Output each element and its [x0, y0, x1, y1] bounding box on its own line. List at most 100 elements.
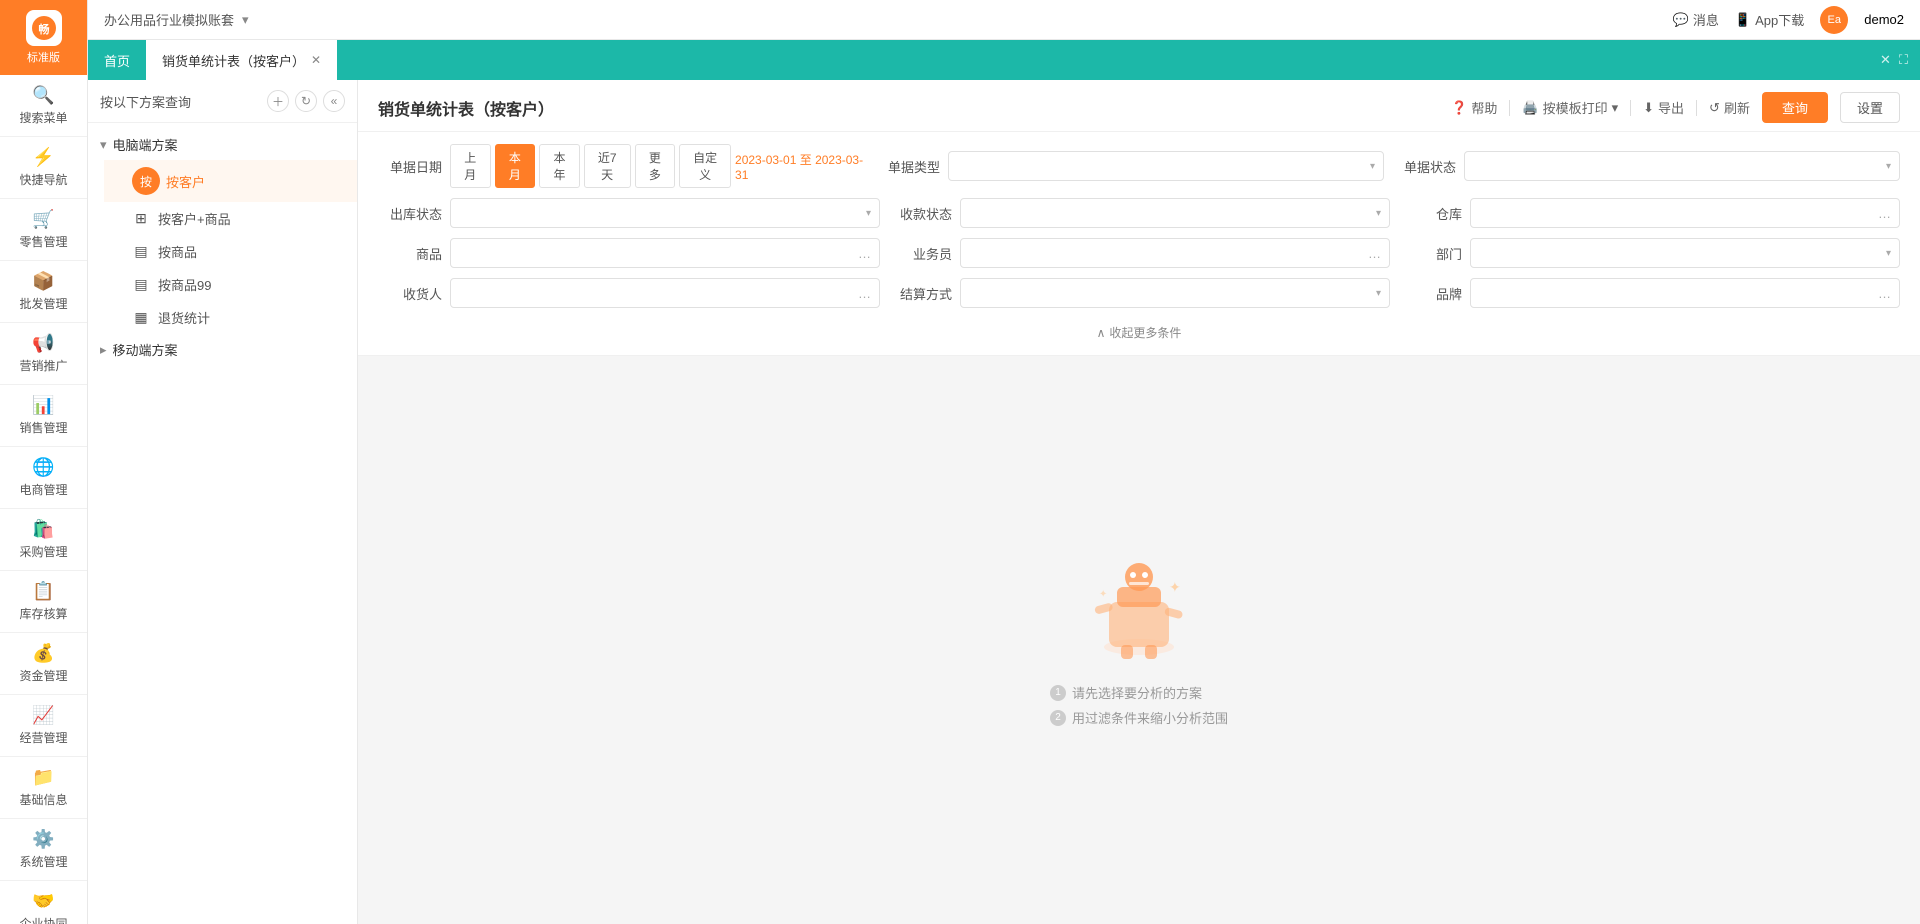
- brand-more-icon: …: [1878, 286, 1891, 301]
- help-button[interactable]: ❓ 帮助: [1451, 98, 1497, 117]
- left-panel: 按以下方案查询 ＋ ↻ « ▾ 电脑端方案 按 按客户: [88, 80, 358, 924]
- help-icon: ❓: [1451, 100, 1467, 116]
- add-scheme-button[interactable]: ＋: [267, 90, 289, 112]
- enterprise-icon: 🤝: [32, 891, 54, 912]
- tree-item-return-stat[interactable]: ▦ 退货统计: [104, 301, 357, 334]
- message-button[interactable]: 💬 消息: [1673, 10, 1719, 29]
- doc-status-input[interactable]: ▾: [1464, 151, 1900, 181]
- main-container: 办公用品行业模拟账套 ▾ 💬 消息 📱 App下载 Ea demo2 首页 销货…: [88, 0, 1920, 924]
- brand-input[interactable]: …: [1470, 278, 1900, 308]
- empty-illustration: ✦ ✦: [1079, 547, 1199, 667]
- sidebar-item-retail[interactable]: 🛒 零售管理: [0, 199, 87, 261]
- settlement-input[interactable]: ▾: [960, 278, 1390, 308]
- tip-text-1: 请先选择要分析的方案: [1072, 683, 1202, 702]
- purchase-icon: 🛍️: [32, 519, 54, 540]
- header-dropdown-icon[interactable]: ▾: [242, 12, 249, 28]
- tree-item-by-customer[interactable]: 按 按客户: [104, 160, 357, 202]
- collapse-bar[interactable]: ∧ 收起更多条件: [378, 318, 1900, 343]
- refresh-icon: ↺: [1709, 100, 1720, 116]
- tab-close-all-icon[interactable]: ✕: [1880, 52, 1891, 68]
- tree-item-by-customer-product[interactable]: ⊞ 按客户+商品: [104, 202, 357, 235]
- date-btn-last-7-days[interactable]: 近7天: [584, 144, 631, 188]
- collapse-panel-button[interactable]: «: [323, 90, 345, 112]
- sidebar-item-marketing[interactable]: 📢 营销推广: [0, 323, 87, 385]
- tab-close-button[interactable]: ✕: [311, 53, 321, 67]
- sales-icon: 📊: [32, 395, 54, 416]
- export-button[interactable]: ⬇ 导出: [1643, 98, 1684, 117]
- sidebar-item-label: 销售管理: [19, 419, 67, 436]
- avatar-text: Ea: [1828, 14, 1841, 26]
- refresh-label: 刷新: [1724, 98, 1750, 117]
- date-presets: 上月 本月 本年 近7天 更多 自定义 2023-03-01 至 2023-03…: [450, 144, 868, 188]
- sidebar-item-wholesale[interactable]: 📦 批发管理: [0, 261, 87, 323]
- page-title-bar: 销货单统计表（按客户） ❓ 帮助 🖨️ 按模板打印 ▾ ⬇: [358, 80, 1920, 132]
- sidebar-item-system[interactable]: ⚙️ 系统管理: [0, 819, 87, 881]
- sidebar-item-label: 营销推广: [19, 357, 67, 374]
- page-actions: ❓ 帮助 🖨️ 按模板打印 ▾ ⬇ 导出: [1451, 92, 1900, 123]
- warehouse-input[interactable]: …: [1470, 198, 1900, 228]
- tree-item-by-product-99[interactable]: ▤ 按商品99: [104, 268, 357, 301]
- active-dot: 按: [132, 167, 160, 195]
- filter-row-1: 单据日期 上月 本月 本年 近7天 更多 自定义 2023-03-01 至 20…: [378, 144, 1900, 188]
- product-input[interactable]: …: [450, 238, 880, 268]
- sidebar-item-finance[interactable]: 💰 资金管理: [0, 633, 87, 695]
- retail-icon: 🛒: [32, 209, 54, 230]
- filter-row-3: 商品 … 业务员 … 部门 ▾: [378, 238, 1900, 268]
- avatar[interactable]: Ea: [1820, 6, 1848, 34]
- sidebar-item-inventory[interactable]: 📋 库存核算: [0, 571, 87, 633]
- marketing-icon: 📢: [32, 333, 54, 354]
- tree-item-by-product[interactable]: ▤ 按商品: [104, 235, 357, 268]
- salesperson-input[interactable]: …: [960, 238, 1390, 268]
- settings-button[interactable]: 设置: [1840, 92, 1900, 123]
- sidebar-item-search[interactable]: 🔍 搜索菜单: [0, 75, 87, 137]
- tab-maximize-icon[interactable]: ⛶: [1899, 52, 1908, 68]
- sidebar-item-purchase[interactable]: 🛍️ 采购管理: [0, 509, 87, 571]
- tree-group-desktop[interactable]: ▾ 电脑端方案: [88, 129, 357, 160]
- sidebar-item-ecommerce[interactable]: 🌐 电商管理: [0, 447, 87, 509]
- sidebar-item-sales[interactable]: 📊 销售管理: [0, 385, 87, 447]
- tree-item-label: 按客户+商品: [158, 209, 231, 228]
- receiver-more-icon: …: [858, 286, 871, 301]
- tree-item-label: 按商品: [158, 242, 197, 261]
- query-button[interactable]: 查询: [1762, 92, 1828, 123]
- page-title: 销货单统计表（按客户）: [378, 96, 554, 120]
- app-download-button[interactable]: 📱 App下载: [1735, 10, 1804, 29]
- doc-status-arrow-icon: ▾: [1886, 161, 1891, 172]
- payment-status-input[interactable]: ▾: [960, 198, 1390, 228]
- date-btn-this-month[interactable]: 本月: [495, 144, 536, 188]
- date-btn-this-year[interactable]: 本年: [539, 144, 580, 188]
- sidebar-item-basic[interactable]: 📁 基础信息: [0, 757, 87, 819]
- date-btn-more[interactable]: 更多: [635, 144, 676, 188]
- date-btn-last-month[interactable]: 上月: [450, 144, 491, 188]
- tab-home[interactable]: 首页: [88, 40, 146, 80]
- refresh-scheme-button[interactable]: ↻: [295, 90, 317, 112]
- payment-status-label: 收款状态: [888, 204, 952, 223]
- sidebar-item-label: 系统管理: [19, 853, 67, 870]
- sidebar-item-enterprise[interactable]: 🤝 企业协同: [0, 881, 87, 924]
- tree-group-label: 电脑端方案: [113, 135, 178, 154]
- tab-sales-stat-label: 销货单统计表（按客户）: [162, 51, 305, 70]
- divider3: [1696, 100, 1697, 116]
- download-icon: 📱: [1735, 12, 1751, 28]
- print-button[interactable]: 🖨️ 按模板打印 ▾: [1522, 98, 1618, 117]
- date-label: 单据日期: [378, 157, 442, 176]
- date-btn-custom[interactable]: 自定义: [679, 144, 731, 188]
- sidebar-item-label: 经营管理: [19, 729, 67, 746]
- sidebar-item-quick-nav[interactable]: ⚡ 快捷导航: [0, 137, 87, 199]
- empty-tips: 1 请先选择要分析的方案 2 用过滤条件来缩小分析范围: [1050, 683, 1228, 733]
- tab-sales-stat[interactable]: 销货单统计表（按客户） ✕: [146, 40, 337, 80]
- receiver-input[interactable]: …: [450, 278, 880, 308]
- wholesale-icon: 📦: [32, 271, 54, 292]
- collapse-icon: ∧: [1097, 326, 1106, 340]
- refresh-button[interactable]: ↺ 刷新: [1709, 98, 1750, 117]
- tree-item-label: 按商品99: [158, 275, 211, 294]
- salesperson-more-icon: …: [1368, 246, 1381, 261]
- sidebar-item-label: 采购管理: [19, 543, 67, 560]
- tree-group-mobile[interactable]: ▸ 移动端方案: [88, 334, 357, 365]
- doc-type-input[interactable]: ▾: [948, 151, 1384, 181]
- department-label: 部门: [1398, 244, 1462, 263]
- header-right: 💬 消息 📱 App下载 Ea demo2: [1673, 6, 1904, 34]
- department-input[interactable]: ▾: [1470, 238, 1900, 268]
- out-status-input[interactable]: ▾: [450, 198, 880, 228]
- sidebar-item-operation[interactable]: 📈 经营管理: [0, 695, 87, 757]
